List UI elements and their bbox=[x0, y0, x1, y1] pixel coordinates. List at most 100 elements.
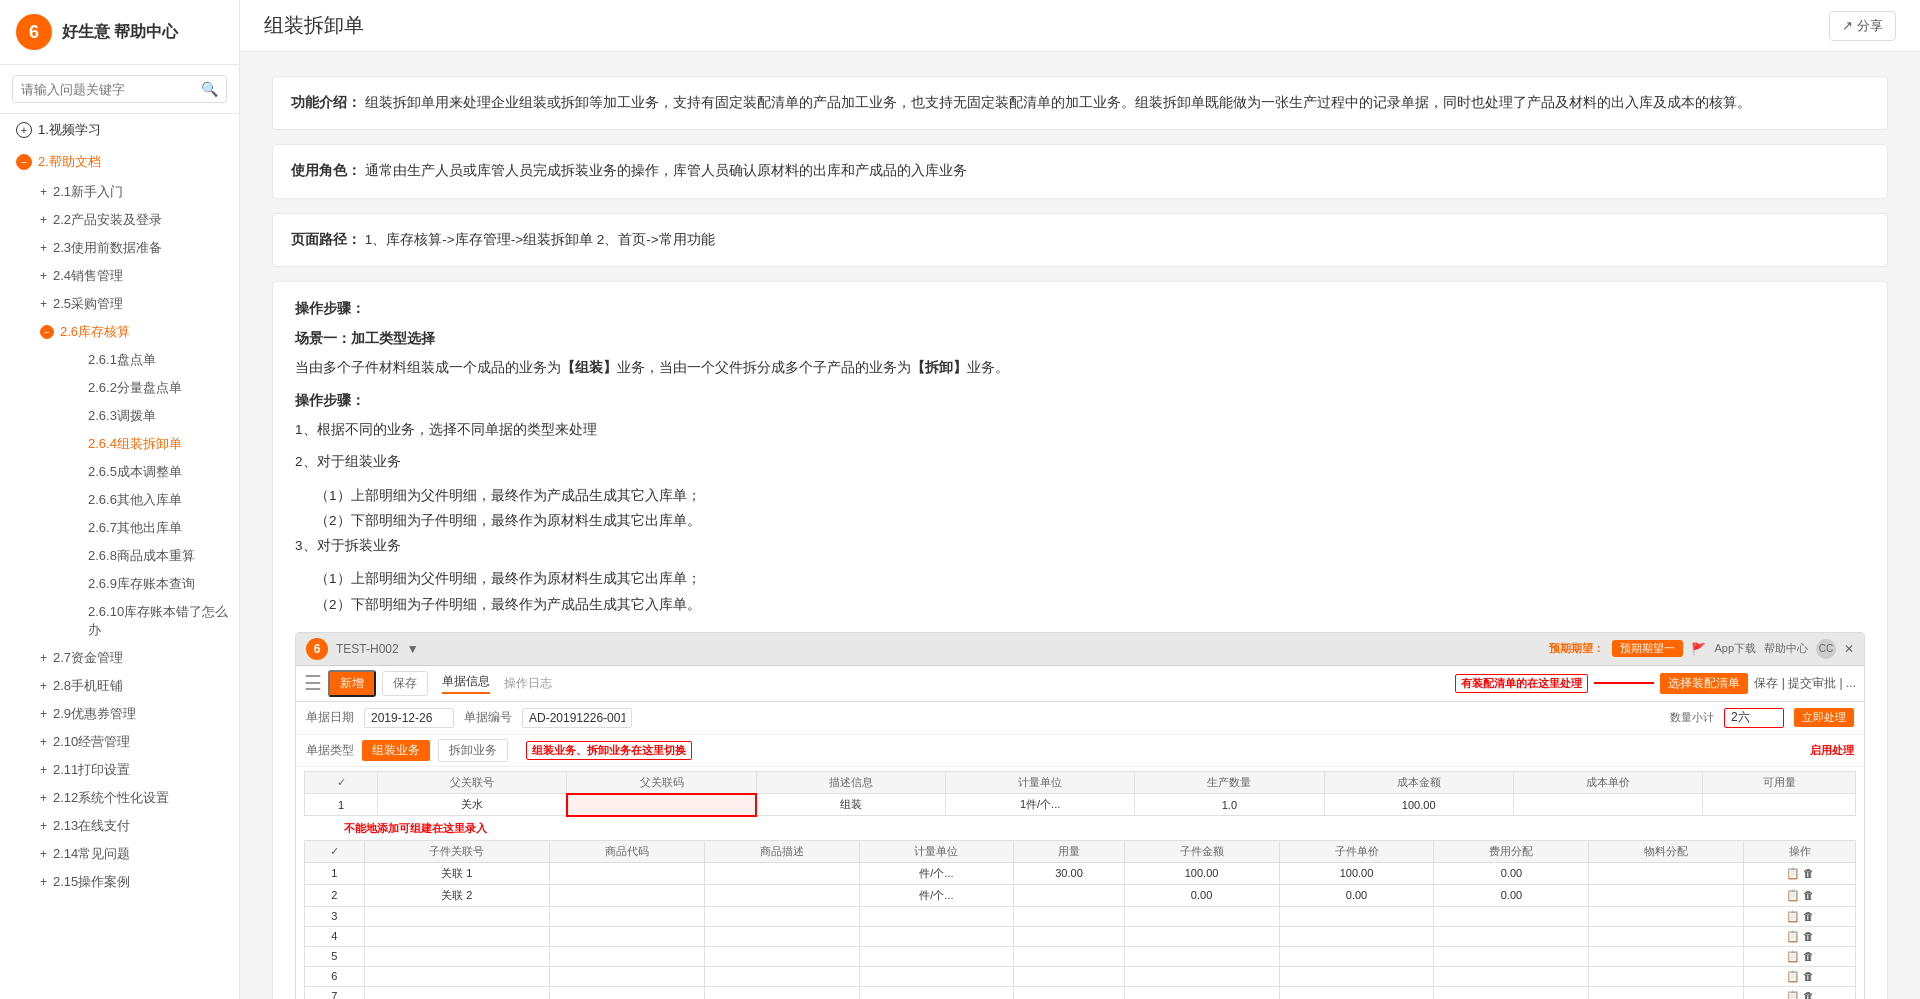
sidebar-label: 2.6.3调拨单 bbox=[88, 407, 156, 425]
sidebar-item-costrecalc[interactable]: 2.6.8商品成本重算 bbox=[80, 542, 239, 570]
sidebar-label: 2.8手机旺铺 bbox=[53, 677, 123, 695]
ss-th-cost-unit: 成本单价 bbox=[1513, 771, 1702, 794]
sidebar-item-mobile[interactable]: + 2.8手机旺铺 bbox=[32, 672, 239, 700]
sidebar-item-costadj[interactable]: 2.6.5成本调整单 bbox=[80, 458, 239, 486]
sidebar-item-stockledger[interactable]: 2.6.9库存账本查询 bbox=[80, 570, 239, 598]
ss-upper-table: ✓ 父关联号 父关联码 描述信息 计量单位 生产数量 成本金额 成本单价 可用量 bbox=[304, 771, 1856, 817]
table-row: 4📋 🗑 bbox=[305, 926, 1856, 946]
main-content: 组装拆卸单 ↗ 分享 功能介绍： 组装拆卸单用来处理企业组装或拆卸等加工业务，支… bbox=[240, 0, 1920, 999]
sidebar-label: 2.13在线支付 bbox=[53, 817, 130, 835]
sidebar-item-splitstocktake[interactable]: 2.6.2分量盘点单 bbox=[80, 374, 239, 402]
sidebar-item-online-pay[interactable]: + 2.13在线支付 bbox=[32, 812, 239, 840]
scene1-title: 场景一：加工类型选择 bbox=[295, 330, 1865, 348]
sidebar-item-print[interactable]: + 2.11打印设置 bbox=[32, 756, 239, 784]
sidebar-label: 2.6库存核算 bbox=[60, 323, 130, 341]
ss-upper-table-area: ✓ 父关联号 父关联码 描述信息 计量单位 生产数量 成本金额 成本单价 可用量 bbox=[296, 767, 1864, 840]
sidebar-item-operations[interactable]: + 2.10经营管理 bbox=[32, 728, 239, 756]
ss-test-id: TEST-H002 bbox=[336, 642, 399, 656]
sidebar-item-outbound[interactable]: 2.6.7其他出库单 bbox=[80, 514, 239, 542]
ss-flag-icon: 🚩 bbox=[1691, 642, 1706, 656]
sidebar-item-stockfix[interactable]: 2.6.10库存账本错了怎么办 bbox=[80, 598, 239, 644]
sidebar-item-help-docs[interactable]: − 2.帮助文档 bbox=[0, 146, 239, 178]
ss-tab-docinfo[interactable]: 单据信息 bbox=[442, 673, 490, 694]
collapse-icon: − bbox=[16, 154, 32, 170]
sidebar-item-finance[interactable]: + 2.7资金管理 bbox=[32, 644, 239, 672]
content-area: 功能介绍： 组装拆卸单用来处理企业组装或拆卸等加工业务，支持有固定装配清单的产品… bbox=[240, 52, 1920, 999]
ss-new-tab[interactable]: 新增 bbox=[328, 670, 376, 697]
sidebar-item-assembly[interactable]: 2.6.4组装拆卸单 bbox=[80, 430, 239, 458]
sidebar-item-purchase[interactable]: + 2.5采购管理 bbox=[32, 290, 239, 318]
logo-area: 6 好生意 帮助中心 bbox=[0, 0, 239, 65]
sidebar-item-faq[interactable]: + 2.14常见问题 bbox=[32, 840, 239, 868]
ss-qty-label: 数量小计 bbox=[1670, 710, 1714, 725]
ss-select-assembly-btn[interactable]: 选择装配清单 bbox=[1660, 673, 1748, 694]
ss-app-label: App下载 bbox=[1714, 641, 1756, 656]
ss-lower-table: ✓ 子件关联号 商品代码 商品描述 计量单位 用量 子件金额 子件单价 费用分配… bbox=[304, 840, 1856, 999]
plus-icon: + bbox=[40, 875, 47, 889]
search-input[interactable] bbox=[21, 82, 201, 97]
ss-annotation4: 不能地添加可组建在这里录入 bbox=[344, 821, 1856, 836]
ss-back-icon[interactable]: ☰ bbox=[304, 671, 322, 695]
step2: 2、对于组装业务 bbox=[295, 450, 1865, 474]
screenshot-container: 6 TEST-H002 ▼ 预期期望： 预期期望一 🚩 App下载 帮助中心 C… bbox=[295, 632, 1865, 999]
sidebar-label: 2.3使用前数据准备 bbox=[53, 239, 162, 257]
table-row: 1 关水 组装 1件/个... 1.0 100.00 bbox=[305, 794, 1856, 816]
ss-confirm-btn[interactable]: 立即处理 bbox=[1794, 708, 1854, 727]
ss-annotation2: 组装业务、拆卸业务在这里切换 bbox=[526, 741, 692, 760]
table-row: 7📋 🗑 bbox=[305, 986, 1856, 999]
sidebar-label: 2.6.1盘点单 bbox=[88, 351, 156, 369]
sidebar-item-stocktake[interactable]: 2.6.1盘点单 bbox=[80, 346, 239, 374]
ss-user-avatar: CC bbox=[1816, 639, 1836, 659]
sidebar-label: 2.6.10库存账本错了怎么办 bbox=[88, 603, 231, 639]
ss-save-tab[interactable]: 保存 bbox=[382, 671, 428, 696]
table-row: 5📋 🗑 bbox=[305, 946, 1856, 966]
sidebar-label: 2.6.5成本调整单 bbox=[88, 463, 182, 481]
sidebar-item-sales[interactable]: + 2.4销售管理 bbox=[32, 262, 239, 290]
sidebar-item-install[interactable]: + 2.2产品安装及登录 bbox=[32, 206, 239, 234]
ss-th-desc: 描述信息 bbox=[756, 771, 945, 794]
sidebar-label: 2.7资金管理 bbox=[53, 649, 123, 667]
sidebar-label: 2.11打印设置 bbox=[53, 761, 130, 779]
sidebar-item-video-learning[interactable]: + 1.视频学习 bbox=[0, 114, 239, 146]
step1: 1、根据不同的业务，选择不同单据的类型来处理 bbox=[295, 418, 1865, 442]
sidebar-item-transfer[interactable]: 2.6.3调拨单 bbox=[80, 402, 239, 430]
sidebar-item-customization[interactable]: + 2.12系统个性化设置 bbox=[32, 784, 239, 812]
ss-tab-oplog[interactable]: 操作日志 bbox=[504, 675, 552, 692]
sidebar-item-data-prep[interactable]: + 2.3使用前数据准备 bbox=[32, 234, 239, 262]
step3-sub1: （1）上部明细为父件明细，最终作为原材料生成其它出库单； bbox=[315, 566, 1865, 592]
sidebar-item-inbound[interactable]: 2.6.6其他入库单 bbox=[80, 486, 239, 514]
path-text: 1、库存核算->库存管理->组装拆卸单 2、首页->常用功能 bbox=[365, 232, 715, 247]
ss-assembly-btn[interactable]: 组装业务 bbox=[362, 740, 430, 761]
sidebar-label: 2.6.7其他出库单 bbox=[88, 519, 182, 537]
function-label: 功能介绍： bbox=[291, 95, 361, 110]
sidebar-sub-helpdocs: + 2.1新手入门 + 2.2产品安装及登录 + 2.3使用前数据准备 + 2.… bbox=[0, 178, 239, 896]
plus-icon: + bbox=[40, 819, 47, 833]
sidebar-item-inventory[interactable]: − 2.6库存核算 bbox=[32, 318, 239, 346]
ss-qty-input[interactable] bbox=[1724, 708, 1784, 728]
role-block: 使用角色： 通常由生产人员或库管人员完成拆装业务的操作，库管人员确认原材料的出库… bbox=[272, 144, 1888, 198]
ss-th-parent-code: 父关联码 bbox=[567, 771, 756, 794]
sidebar-item-newbie[interactable]: + 2.1新手入门 bbox=[32, 178, 239, 206]
sidebar-label: 2.5采购管理 bbox=[53, 295, 123, 313]
search-box: 🔍 bbox=[12, 75, 227, 103]
sidebar: 6 好生意 帮助中心 🔍 + 1.视频学习 − 2.帮助文档 + 2.1新手入门… bbox=[0, 0, 240, 999]
collapse-icon-inventory: − bbox=[40, 325, 54, 339]
ss-code-input[interactable] bbox=[522, 708, 632, 728]
share-button[interactable]: ↗ 分享 bbox=[1829, 11, 1896, 41]
sidebar-item-cases[interactable]: + 2.15操作案例 bbox=[32, 868, 239, 896]
top-bar: 组装拆卸单 ↗ 分享 bbox=[240, 0, 1920, 52]
sidebar-label: 1.视频学习 bbox=[38, 121, 101, 139]
steps-sub-title: 操作步骤： bbox=[295, 392, 1865, 410]
plus-icon: + bbox=[40, 763, 47, 777]
sidebar-label: 2.6.2分量盘点单 bbox=[88, 379, 182, 397]
sidebar-label: 2.15操作案例 bbox=[53, 873, 130, 891]
role-text: 通常由生产人员或库管人员完成拆装业务的操作，库管人员确认原材料的出库和产成品的入… bbox=[365, 163, 967, 178]
sidebar-item-coupon[interactable]: + 2.9优惠券管理 bbox=[32, 700, 239, 728]
ss-close-icon[interactable]: ✕ bbox=[1844, 642, 1854, 656]
ss-preview-btn[interactable]: 预期期望一 bbox=[1612, 640, 1683, 657]
logo-text: 好生意 帮助中心 bbox=[62, 22, 178, 43]
search-icon[interactable]: 🔍 bbox=[201, 81, 218, 97]
ss-date-input[interactable] bbox=[364, 708, 454, 728]
table-row: 6📋 🗑 bbox=[305, 966, 1856, 986]
ss-disassembly-btn[interactable]: 拆卸业务 bbox=[438, 739, 508, 762]
